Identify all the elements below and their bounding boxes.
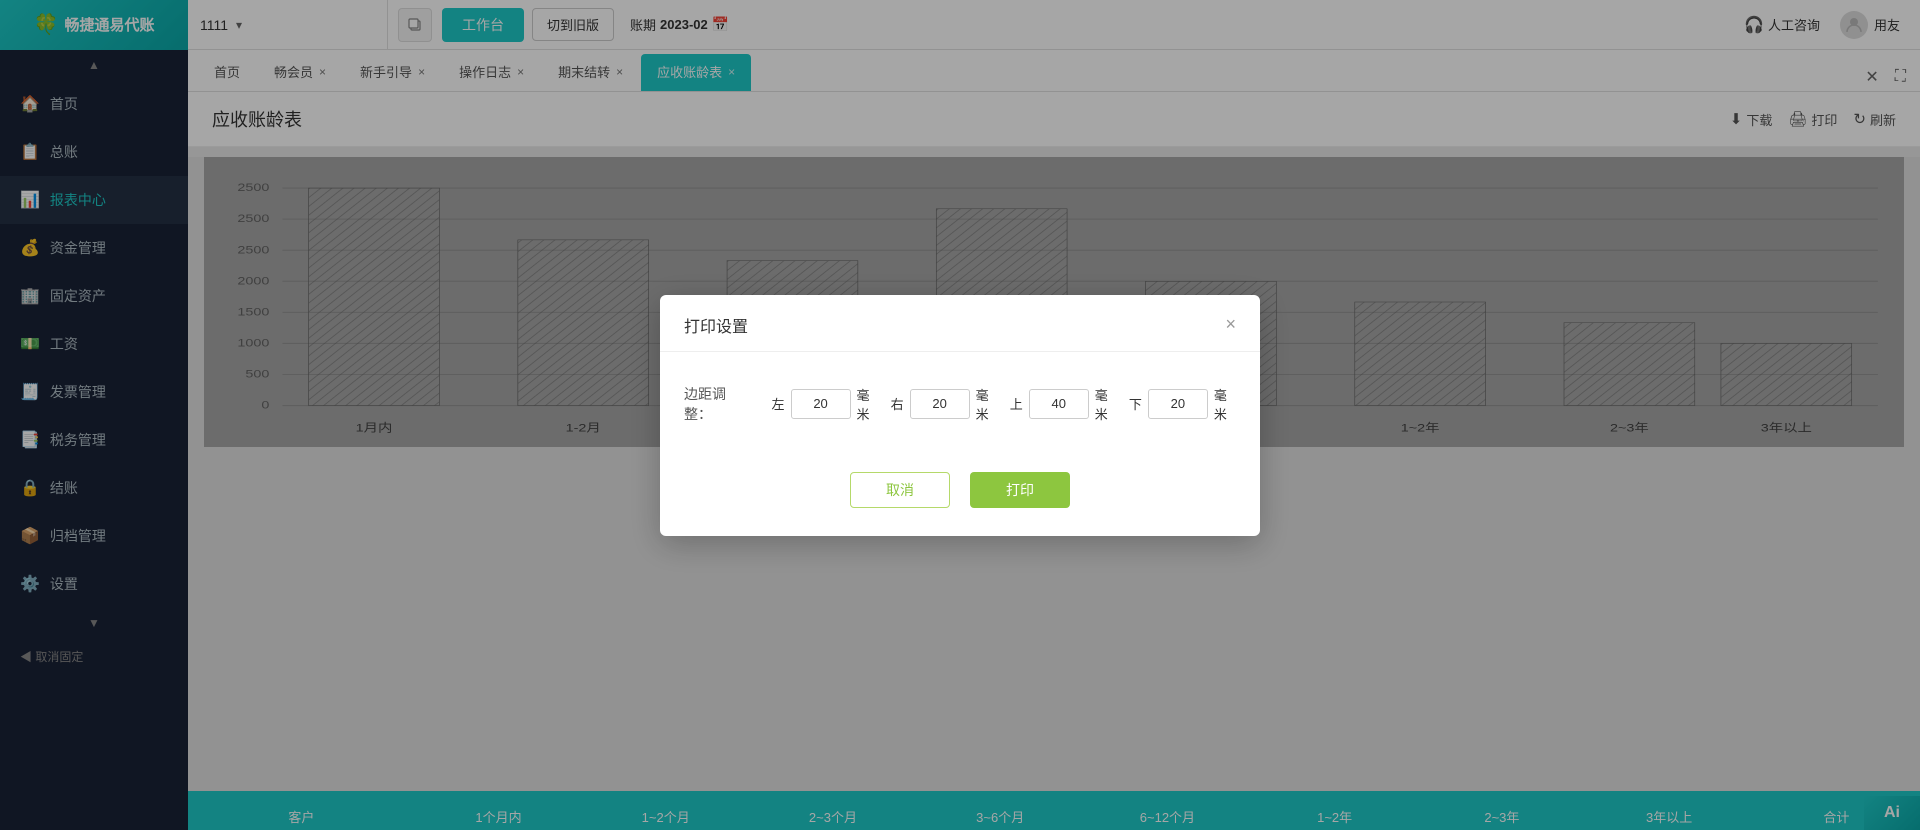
modal-overlay: 打印设置 × 边距调整： 左 毫米 右 毫米 上 毫米: [0, 0, 1920, 830]
confirm-print-button[interactable]: 打印: [970, 472, 1070, 508]
bottom-unit: 毫米: [1214, 385, 1236, 423]
modal-title: 打印设置: [684, 313, 748, 337]
modal-header: 打印设置 ×: [660, 295, 1260, 352]
bottom-input[interactable]: [1148, 389, 1208, 419]
print-settings-dialog: 打印设置 × 边距调整： 左 毫米 右 毫米 上 毫米: [660, 295, 1260, 536]
right-input[interactable]: [910, 389, 970, 419]
right-label: 右: [891, 394, 904, 413]
left-unit: 毫米: [857, 385, 879, 423]
left-input[interactable]: [791, 389, 851, 419]
top-input[interactable]: [1029, 389, 1089, 419]
top-unit: 毫米: [1095, 385, 1117, 423]
left-label: 左: [772, 394, 785, 413]
margin-label: 边距调整：: [684, 384, 752, 424]
modal-close-button[interactable]: ×: [1225, 314, 1236, 335]
margin-bottom-group: 下 毫米: [1129, 385, 1236, 423]
margin-row: 边距调整： 左 毫米 右 毫米 上 毫米 下: [684, 384, 1236, 424]
cancel-button[interactable]: 取消: [850, 472, 950, 508]
modal-footer: 取消 打印: [660, 472, 1260, 536]
margin-top-group: 上 毫米: [1010, 385, 1117, 423]
margin-left-group: 左 毫米: [772, 385, 879, 423]
margin-right-group: 右 毫米: [891, 385, 998, 423]
modal-body: 边距调整： 左 毫米 右 毫米 上 毫米 下: [660, 352, 1260, 472]
bottom-label: 下: [1129, 394, 1142, 413]
top-label: 上: [1010, 394, 1023, 413]
right-unit: 毫米: [976, 385, 998, 423]
